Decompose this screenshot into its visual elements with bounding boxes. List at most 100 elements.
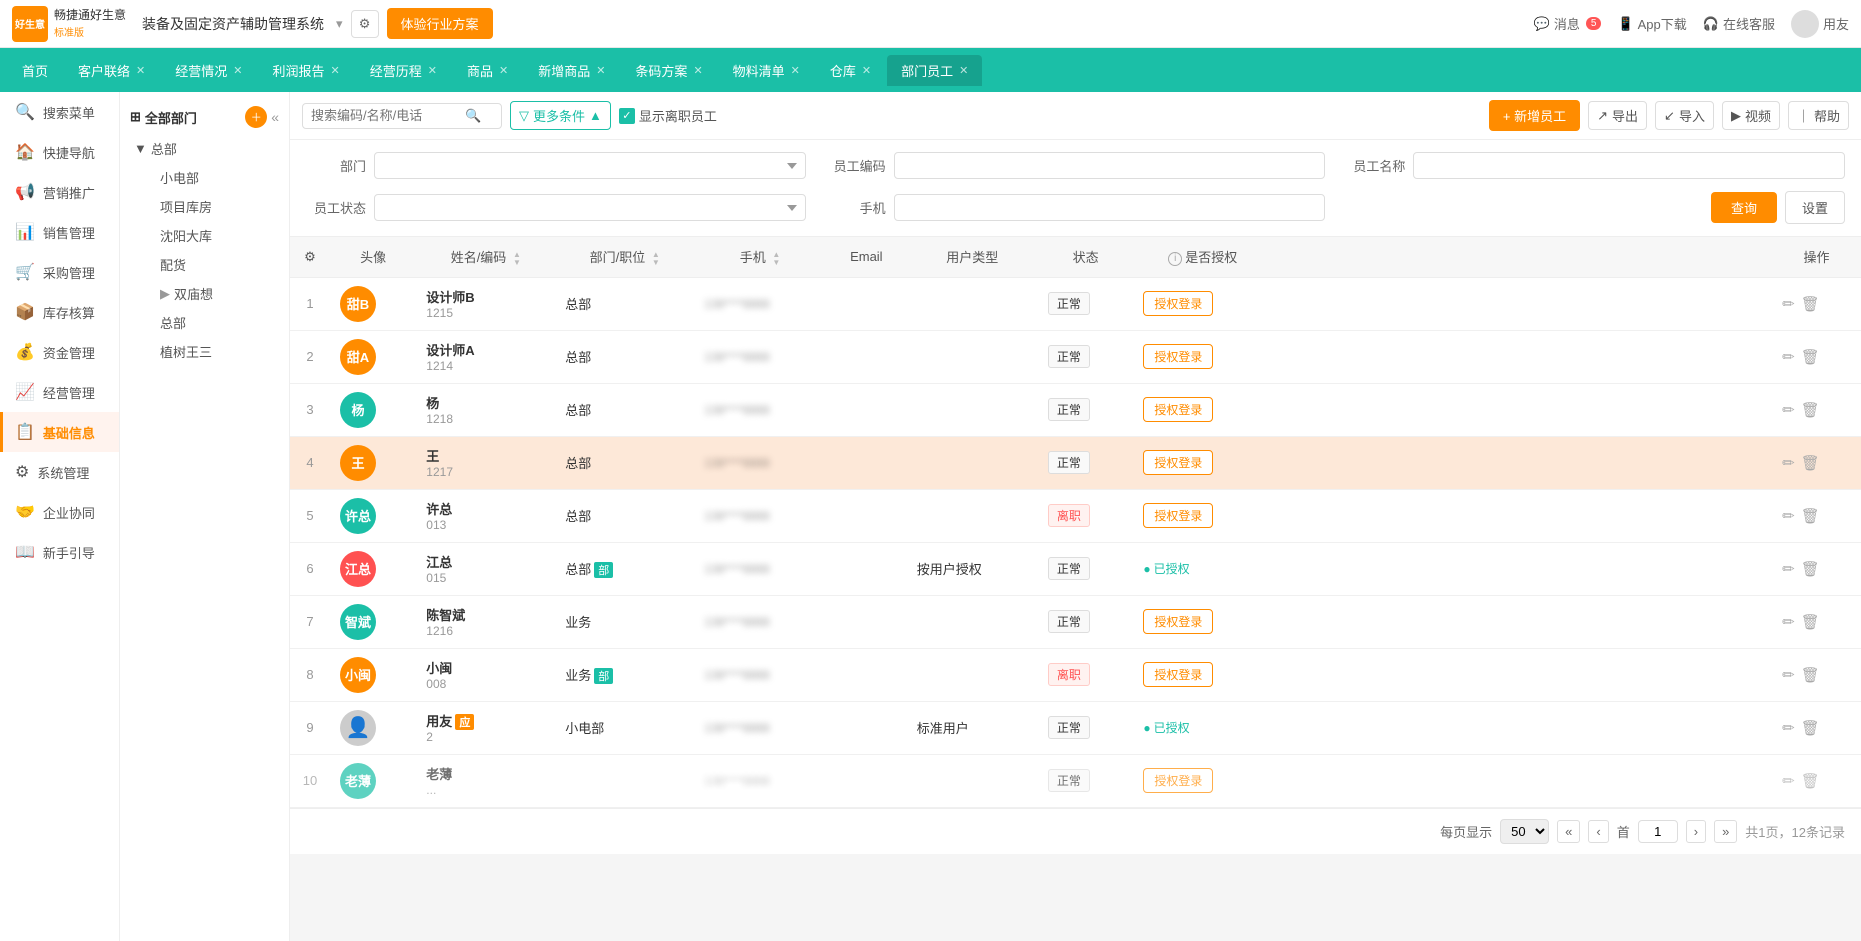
edit-icon[interactable]: ✏	[1782, 454, 1795, 472]
sidebar-item-finance[interactable]: 💰 资金管理	[0, 332, 119, 372]
messages-button[interactable]: 💬 消息 5	[1534, 14, 1602, 33]
app-download-button[interactable]: 📱 App下载	[1617, 14, 1686, 33]
dept-add-icon[interactable]: ＋	[245, 106, 267, 128]
sidebar-item-collab[interactable]: 🤝 企业协同	[0, 492, 119, 532]
sidebar-item-search[interactable]: 🔍 搜索菜单	[0, 92, 119, 132]
sort-name-icon[interactable]: ▲▼	[513, 251, 521, 267]
delete-icon[interactable]: 🗑	[1801, 560, 1820, 578]
auth-info-icon[interactable]: i	[1168, 252, 1182, 266]
sort-dept-icon[interactable]: ▲▼	[652, 251, 660, 267]
edit-icon[interactable]: ✏	[1782, 401, 1795, 419]
sidebar-item-nav[interactable]: 🏠 快捷导航	[0, 132, 119, 172]
auth-login-button[interactable]: 授权登录	[1143, 344, 1213, 369]
tab-close-icon[interactable]: ✕	[791, 64, 800, 77]
search-input[interactable]	[311, 108, 461, 123]
col-dept[interactable]: 部门/职位 ▲▼	[555, 237, 694, 277]
sidebar-item-sales[interactable]: 📊 销售管理	[0, 212, 119, 252]
tab-add-goods[interactable]: 新增商品 ✕	[524, 55, 619, 86]
view-button[interactable]: ▶ 视频	[1722, 101, 1780, 130]
dept-filter-select[interactable]	[374, 152, 806, 179]
delete-icon[interactable]: 🗑	[1801, 507, 1820, 525]
dept-node-shuangmiao[interactable]: ▶ 双庙想	[146, 279, 289, 308]
page-number-input[interactable]	[1638, 820, 1678, 843]
auth-login-button[interactable]: 授权登录	[1143, 662, 1213, 687]
delete-icon[interactable]: 🗑	[1801, 401, 1820, 419]
auth-login-button[interactable]: 授权登录	[1143, 450, 1213, 475]
sort-phone-icon[interactable]: ▲▼	[772, 251, 780, 267]
dept-all-label[interactable]: 全部部门	[145, 108, 197, 127]
sidebar-item-marketing[interactable]: 📢 营销推广	[0, 172, 119, 212]
edit-icon[interactable]: ✏	[1782, 719, 1795, 737]
dept-node-distribution[interactable]: 配货	[146, 250, 289, 279]
sidebar-item-inventory[interactable]: 📦 库存核算	[0, 292, 119, 332]
tab-close-icon[interactable]: ✕	[136, 64, 145, 77]
tab-goods[interactable]: 商品 ✕	[453, 55, 522, 86]
sidebar-item-basic[interactable]: 📋 基础信息	[0, 412, 119, 452]
edit-icon[interactable]: ✏	[1782, 613, 1795, 631]
first-page-button[interactable]: «	[1557, 820, 1580, 843]
export-button[interactable]: ↗ 导出	[1588, 101, 1647, 130]
prev-page-button[interactable]: ‹	[1588, 820, 1608, 843]
delete-icon[interactable]: 🗑	[1801, 613, 1820, 631]
tab-history[interactable]: 经营历程 ✕	[356, 55, 451, 86]
sidebar-item-operations[interactable]: 📈 经营管理	[0, 372, 119, 412]
tab-close-icon[interactable]: ✕	[862, 64, 871, 77]
query-button[interactable]: 查询	[1711, 192, 1777, 223]
user-menu[interactable]: 用友	[1791, 10, 1849, 38]
edit-icon[interactable]: ✏	[1782, 560, 1795, 578]
dept-node-headquarters-parent[interactable]: ▼ 总部	[120, 134, 289, 163]
reset-button[interactable]: 设置	[1785, 191, 1845, 224]
tab-close-icon[interactable]: ✕	[499, 64, 508, 77]
tab-close-icon[interactable]: ✕	[959, 64, 968, 77]
auth-login-button[interactable]: 授权登录	[1143, 503, 1213, 528]
tab-close-icon[interactable]: ✕	[233, 64, 242, 77]
col-name[interactable]: 姓名/编码 ▲▼	[416, 237, 555, 277]
sys-title-arrow[interactable]: ▾	[336, 16, 343, 32]
auth-login-button[interactable]: 授权登录	[1143, 397, 1213, 422]
tab-barcode[interactable]: 条码方案 ✕	[621, 55, 716, 86]
phone-input[interactable]	[894, 194, 1326, 221]
tab-employees[interactable]: 部门员工 ✕	[887, 55, 982, 86]
delete-icon[interactable]: 🗑	[1801, 348, 1820, 366]
sidebar-item-guide[interactable]: 📖 新手引导	[0, 532, 119, 572]
tab-bom[interactable]: 物料清单 ✕	[719, 55, 814, 86]
dept-node-plant[interactable]: 植树王三	[146, 337, 289, 366]
per-page-select[interactable]: 50	[1500, 819, 1549, 844]
delete-icon[interactable]: 🗑	[1801, 295, 1820, 313]
delete-icon[interactable]: 🗑	[1801, 719, 1820, 737]
help-button[interactable]: ｜ 帮助	[1788, 101, 1849, 130]
auth-login-button[interactable]: 授权登录	[1143, 609, 1213, 634]
edit-icon[interactable]: ✏	[1782, 666, 1795, 684]
delete-icon[interactable]: 🗑	[1801, 454, 1820, 472]
tab-close-icon[interactable]: ✕	[331, 64, 340, 77]
search-input-wrap[interactable]: 🔍	[302, 103, 502, 129]
dept-node-small-elec[interactable]: 小电部	[146, 163, 289, 192]
emp-name-input[interactable]	[1413, 152, 1845, 179]
tab-close-icon[interactable]: ✕	[428, 64, 437, 77]
edit-icon[interactable]: ✏	[1782, 772, 1795, 790]
sidebar-item-system[interactable]: ⚙ 系统管理	[0, 452, 119, 492]
col-settings[interactable]: ⚙	[290, 237, 330, 277]
auth-login-button[interactable]: 授权登录	[1143, 768, 1213, 793]
edit-icon[interactable]: ✏	[1782, 348, 1795, 366]
sidebar-item-purchase[interactable]: 🛒 采购管理	[0, 252, 119, 292]
trial-button[interactable]: 体验行业方案	[387, 8, 493, 39]
tab-business[interactable]: 经营情况 ✕	[161, 55, 256, 86]
emp-code-input[interactable]	[894, 152, 1326, 179]
tab-home[interactable]: 首页	[8, 55, 62, 86]
dept-node-shenyang[interactable]: 沈阳大库	[146, 221, 289, 250]
online-service-button[interactable]: 🎧 在线客服	[1703, 14, 1775, 33]
gear-button[interactable]: ⚙	[351, 10, 379, 38]
tab-close-icon[interactable]: ✕	[596, 64, 605, 77]
show-resigned-toggle[interactable]: ✓ 显示离职员工	[619, 106, 717, 125]
search-icon-btn[interactable]: 🔍	[465, 108, 481, 124]
add-employee-button[interactable]: + 新增员工	[1489, 100, 1580, 131]
dept-node-headquarters[interactable]: 总部	[146, 308, 289, 337]
tab-warehouse[interactable]: 仓库 ✕	[816, 55, 885, 86]
dept-node-project[interactable]: 项目库房	[146, 192, 289, 221]
delete-icon[interactable]: 🗑	[1801, 666, 1820, 684]
edit-icon[interactable]: ✏	[1782, 507, 1795, 525]
auth-login-button[interactable]: 授权登录	[1143, 291, 1213, 316]
last-page-button[interactable]: »	[1714, 820, 1737, 843]
more-filters-button[interactable]: ▽ 更多条件 ▲	[510, 101, 611, 130]
